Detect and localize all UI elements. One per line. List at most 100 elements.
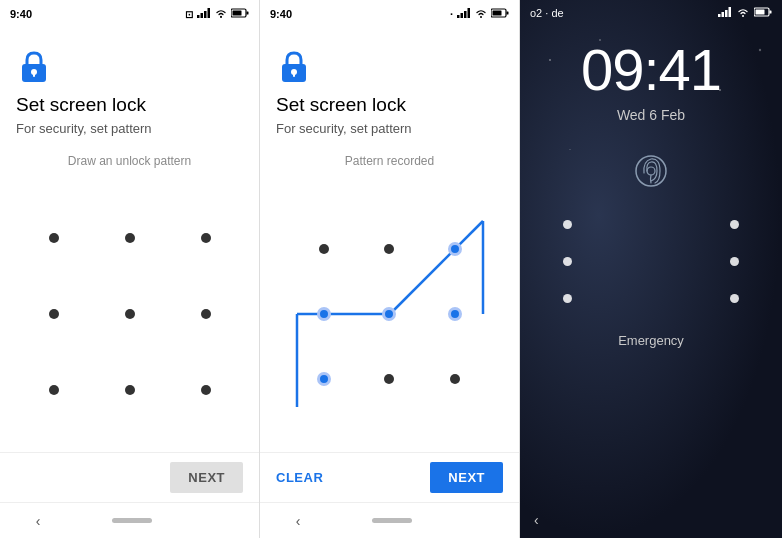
lock-pin-dot-2-empty[interactable] bbox=[634, 220, 643, 229]
fingerprint-icon[interactable] bbox=[520, 153, 782, 196]
usb-icon: ⊡ bbox=[185, 9, 193, 20]
lock-status-icons bbox=[718, 7, 772, 19]
svg-rect-39 bbox=[770, 11, 772, 14]
screen-lock-subtitle-1: For security, set pattern bbox=[16, 121, 243, 136]
lock-signal-icon bbox=[718, 7, 732, 19]
back-chevron-2[interactable]: ‹ bbox=[296, 513, 301, 529]
lock-pin-dot-7[interactable] bbox=[563, 294, 572, 303]
svg-point-4 bbox=[220, 16, 222, 18]
dot-2-2-active[interactable] bbox=[448, 242, 462, 256]
status-icons-1: ⊡ bbox=[185, 8, 249, 20]
svg-rect-17 bbox=[507, 12, 509, 15]
svg-rect-6 bbox=[247, 12, 249, 15]
dot-2-0-inactive[interactable] bbox=[319, 244, 329, 254]
svg-rect-0 bbox=[197, 15, 200, 18]
lock-pin-grid[interactable] bbox=[551, 220, 751, 303]
dot-0-1[interactable] bbox=[125, 233, 135, 243]
lock-nav-bar: ‹ bbox=[520, 502, 782, 538]
pattern-hint-2: Pattern recorded bbox=[276, 154, 503, 168]
svg-rect-10 bbox=[33, 72, 35, 77]
signal-icon-2 bbox=[457, 8, 471, 20]
lock-pin-dot-1[interactable] bbox=[563, 220, 572, 229]
svg-rect-12 bbox=[461, 13, 464, 18]
lock-pin-dot-6[interactable] bbox=[730, 257, 739, 266]
lock-pin-dot-9[interactable] bbox=[730, 294, 739, 303]
status-bar-1: 9:40 ⊡ bbox=[0, 0, 259, 28]
lock-back-chevron[interactable]: ‹ bbox=[534, 512, 539, 528]
svg-rect-33 bbox=[718, 14, 721, 17]
lock-emergency[interactable]: Emergency bbox=[520, 333, 782, 348]
dot-cell-8[interactable] bbox=[422, 347, 487, 412]
screen-lock-subtitle-2: For security, set pattern bbox=[276, 121, 503, 136]
dot-cell-5[interactable] bbox=[422, 281, 487, 346]
dot-1-2[interactable] bbox=[201, 309, 211, 319]
svg-rect-3 bbox=[208, 8, 211, 18]
dot-1-1[interactable] bbox=[125, 309, 135, 319]
svg-point-15 bbox=[480, 16, 482, 18]
wifi-icon-2 bbox=[475, 8, 487, 20]
dot-2-8-inactive[interactable] bbox=[450, 374, 460, 384]
phone-panel-3: o2 · de bbox=[520, 0, 782, 538]
dot-2-2[interactable] bbox=[201, 385, 211, 395]
lock-pin-dot-5-empty[interactable] bbox=[634, 257, 643, 266]
dot-cell-2[interactable] bbox=[422, 216, 487, 281]
dot-2-3-active[interactable] bbox=[317, 307, 331, 321]
back-chevron-1[interactable]: ‹ bbox=[36, 513, 41, 529]
battery-icon-1 bbox=[231, 8, 249, 20]
dot-cell-0[interactable] bbox=[292, 216, 357, 281]
svg-rect-40 bbox=[756, 10, 765, 15]
dot-cell-6[interactable] bbox=[292, 347, 357, 412]
pattern-hint-1: Draw an unlock pattern bbox=[16, 154, 243, 168]
lock-carrier: o2 · de bbox=[530, 7, 564, 19]
status-time-1: 9:40 bbox=[10, 8, 32, 20]
nav-bar-2: ‹ bbox=[260, 502, 519, 538]
dot-0-0[interactable] bbox=[49, 233, 59, 243]
screen-lock-content-2: Set screen lock For security, set patter… bbox=[260, 28, 519, 452]
lock-pin-dot-8-empty[interactable] bbox=[634, 294, 643, 303]
pattern-area-2[interactable] bbox=[276, 176, 503, 452]
home-pill-2[interactable] bbox=[372, 518, 412, 523]
pattern-area-1[interactable] bbox=[16, 176, 243, 452]
status-bar-2: 9:40 · bbox=[260, 0, 519, 28]
svg-point-42 bbox=[647, 167, 655, 175]
dot-2-0[interactable] bbox=[49, 385, 59, 395]
svg-rect-34 bbox=[722, 12, 725, 17]
svg-rect-21 bbox=[293, 72, 295, 77]
svg-rect-11 bbox=[457, 15, 460, 18]
next-button-1[interactable]: NEXT bbox=[170, 462, 243, 493]
dot-2-6-active[interactable] bbox=[317, 372, 331, 386]
screen-lock-title-1: Set screen lock bbox=[16, 94, 243, 117]
dot-cell-7[interactable] bbox=[357, 347, 422, 412]
pattern-container-2 bbox=[292, 216, 488, 412]
dot-cell-1[interactable] bbox=[357, 216, 422, 281]
dot-2-1[interactable] bbox=[125, 385, 135, 395]
svg-rect-18 bbox=[493, 11, 502, 16]
dot-cell-3[interactable] bbox=[292, 281, 357, 346]
svg-rect-7 bbox=[233, 11, 242, 16]
dot-0-2[interactable] bbox=[201, 233, 211, 243]
bottom-bar-2: CLEAR NEXT bbox=[260, 452, 519, 502]
next-button-2[interactable]: NEXT bbox=[430, 462, 503, 493]
wifi-icon-1 bbox=[215, 8, 227, 20]
phone-panel-2: 9:40 · bbox=[260, 0, 520, 538]
svg-rect-1 bbox=[201, 13, 204, 18]
svg-rect-36 bbox=[729, 7, 732, 17]
bottom-bar-1: NEXT bbox=[0, 452, 259, 502]
dot-carrier-2: · bbox=[450, 8, 453, 20]
dot-2-7-inactive[interactable] bbox=[384, 374, 394, 384]
dot-2-1-inactive[interactable] bbox=[384, 244, 394, 254]
screen-lock-content-1: Set screen lock For security, set patter… bbox=[0, 28, 259, 452]
lock-pin-dot-4[interactable] bbox=[563, 257, 572, 266]
lock-icon-2 bbox=[276, 48, 312, 84]
clear-button[interactable]: CLEAR bbox=[276, 470, 323, 485]
dot-1-0[interactable] bbox=[49, 309, 59, 319]
dot-cell-4[interactable] bbox=[357, 281, 422, 346]
lock-icon-1 bbox=[16, 48, 52, 84]
lock-pin-dot-3[interactable] bbox=[730, 220, 739, 229]
svg-rect-13 bbox=[464, 11, 467, 18]
dot-2-5-active[interactable] bbox=[448, 307, 462, 321]
dot-2-4-active[interactable] bbox=[382, 307, 396, 321]
svg-rect-14 bbox=[468, 8, 471, 18]
lock-time: 09:41 bbox=[520, 36, 782, 103]
home-pill-1[interactable] bbox=[112, 518, 152, 523]
